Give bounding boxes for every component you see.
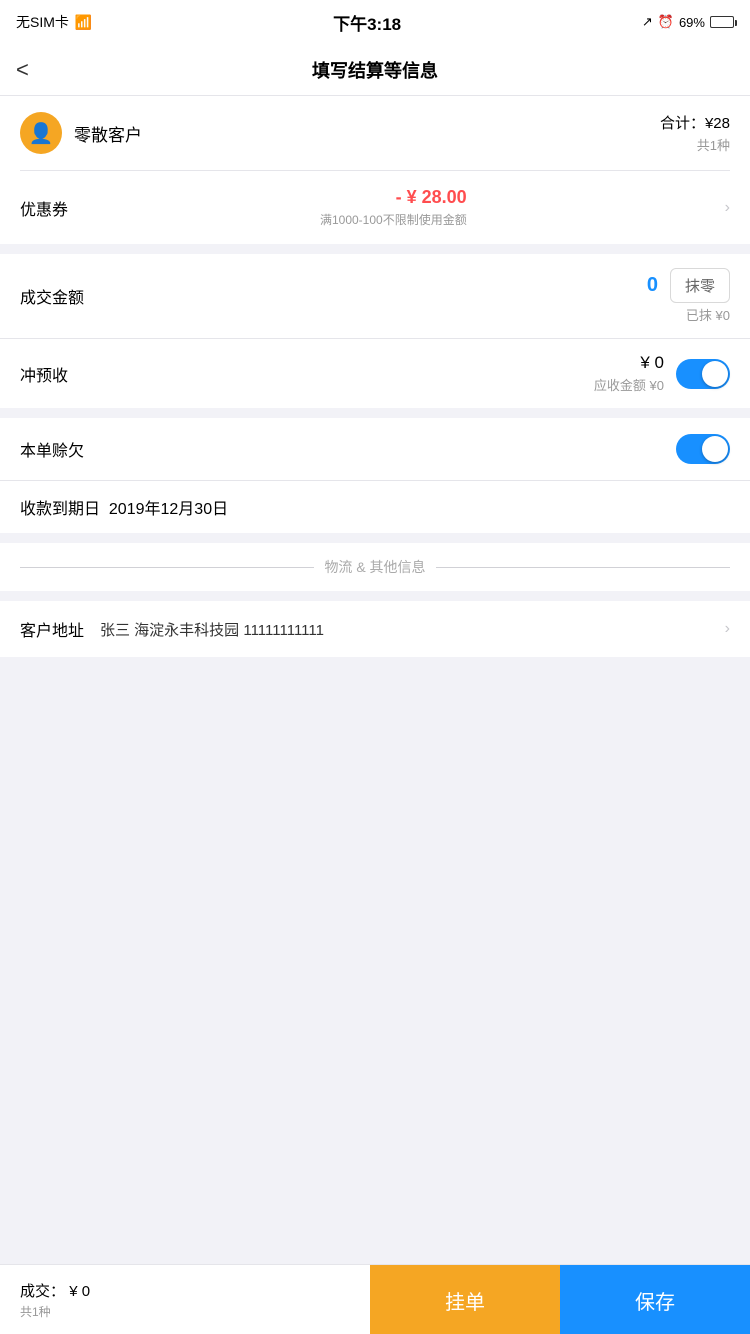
debt-toggle[interactable] <box>676 434 730 464</box>
due-date-value: 2019年12月30日 <box>109 501 228 518</box>
total-count: 共1种 <box>660 135 730 154</box>
round-button[interactable]: 抹零 <box>670 268 730 303</box>
divider-line-right <box>436 567 730 568</box>
debt-row: 本单赊欠 <box>0 418 750 480</box>
prepay-toggle[interactable] <box>676 359 730 389</box>
transaction-amount: ¥ 0 <box>69 1283 90 1300</box>
address-value: 张三 海淀永丰科技园 11111111111 <box>100 619 719 640</box>
due-date-row: 收款到期日 2019年12月30日 <box>0 480 750 533</box>
bottom-transaction: 成交： ¥ 0 <box>20 1280 350 1301</box>
debt-section: 本单赊欠 收款到期日 2019年12月30日 <box>0 418 750 533</box>
due-label: 收款到期日 <box>20 501 100 518</box>
battery-text: 69% <box>679 15 705 30</box>
alarm-icon: ⏰ <box>658 14 674 30</box>
logistics-label: 物流 & 其他信息 <box>324 557 425 577</box>
chevron-right-icon: › <box>725 199 730 217</box>
signal-text: 无SIM卡 <box>16 12 69 32</box>
logistics-section: 物流 & 其他信息 <box>0 543 750 591</box>
location-icon: ↗ <box>642 14 653 30</box>
transaction-label: 成交： <box>20 1283 65 1300</box>
bottom-summary: 成交： ¥ 0 共1种 <box>0 1265 370 1334</box>
wifi-icon: 📶 <box>75 14 92 31</box>
coupon-row[interactable]: 优惠券 - ¥ 28.00 满1000-100不限制使用金额 › <box>0 171 750 244</box>
logistics-divider: 物流 & 其他信息 <box>0 543 750 591</box>
customer-totals: 合计：¥28 共1种 <box>660 112 730 154</box>
prepay-label: 冲预收 <box>20 362 68 386</box>
customer-card: 👤 零散客户 合计：¥28 共1种 优惠券 - ¥ 28.00 满1000-10… <box>0 96 750 244</box>
bottom-bar: 成交： ¥ 0 共1种 挂单 保存 <box>0 1264 750 1334</box>
divider-line-left <box>20 567 314 568</box>
amount-value: 0 <box>647 274 658 297</box>
debt-label: 本单赊欠 <box>20 437 84 461</box>
avatar-icon: 👤 <box>29 121 54 146</box>
customer-name: 零散客户 <box>74 121 142 146</box>
coupon-discount: - ¥ 28.00 <box>320 187 467 208</box>
save-button[interactable]: 保存 <box>560 1265 750 1334</box>
status-bar: 无SIM卡 📶 下午3:18 ↗ ⏰ 69% <box>0 0 750 44</box>
avatar: 👤 <box>20 112 62 154</box>
status-right: ↗ ⏰ 69% <box>642 14 734 30</box>
prepay-amount-col: ¥ 0 应收金额 ¥0 <box>594 353 664 394</box>
content: 👤 零散客户 合计：¥28 共1种 优惠券 - ¥ 28.00 满1000-10… <box>0 96 750 867</box>
coupon-description: 满1000-100不限制使用金额 <box>320 211 467 228</box>
status-left: 无SIM卡 📶 <box>16 12 92 32</box>
prepay-right: ¥ 0 应收金额 ¥0 <box>594 353 730 394</box>
nav-bar: < 填写结算等信息 <box>0 44 750 96</box>
page-title: 填写结算等信息 <box>312 57 438 83</box>
status-time: 下午3:18 <box>333 10 401 35</box>
address-right: › <box>719 620 730 638</box>
transaction-section: 成交金额 0 抹零 已抹 ¥0 冲预收 ¥ 0 应收金额 ¥0 <box>0 254 750 408</box>
address-section: 客户地址 张三 海淀永丰科技园 11111111111 › <box>0 601 750 657</box>
prepay-amount: ¥ 0 <box>594 353 664 373</box>
amount-label: 成交金额 <box>20 284 84 308</box>
prepay-receivable: 应收金额 ¥0 <box>594 375 664 394</box>
empty-space <box>0 667 750 867</box>
address-chevron-icon: › <box>725 620 730 638</box>
coupon-label: 优惠券 <box>20 196 68 220</box>
prepay-row: 冲预收 ¥ 0 应收金额 ¥0 <box>0 338 750 408</box>
coupon-right: - ¥ 28.00 满1000-100不限制使用金额 <box>320 187 467 228</box>
debt-toggle-knob <box>702 436 728 462</box>
bottom-count: 共1种 <box>20 1303 350 1320</box>
amount-row: 成交金额 0 抹零 已抹 ¥0 <box>0 254 750 338</box>
total-amount: 合计：¥28 <box>660 112 730 133</box>
address-label: 客户地址 <box>20 617 84 641</box>
customer-row: 👤 零散客户 合计：¥28 共1种 <box>0 96 750 170</box>
customer-info: 👤 零散客户 <box>20 112 142 154</box>
due-date-label: 收款到期日 2019年12月30日 <box>20 501 228 518</box>
amount-right: 0 抹零 <box>647 268 730 303</box>
battery-icon <box>710 16 734 28</box>
address-row[interactable]: 客户地址 张三 海淀永丰科技园 11111111111 › <box>0 601 750 657</box>
rounded-text: 已抹 ¥0 <box>686 305 730 324</box>
suspend-button[interactable]: 挂单 <box>370 1265 560 1334</box>
toggle-knob <box>702 361 728 387</box>
back-button[interactable]: < <box>16 57 29 83</box>
